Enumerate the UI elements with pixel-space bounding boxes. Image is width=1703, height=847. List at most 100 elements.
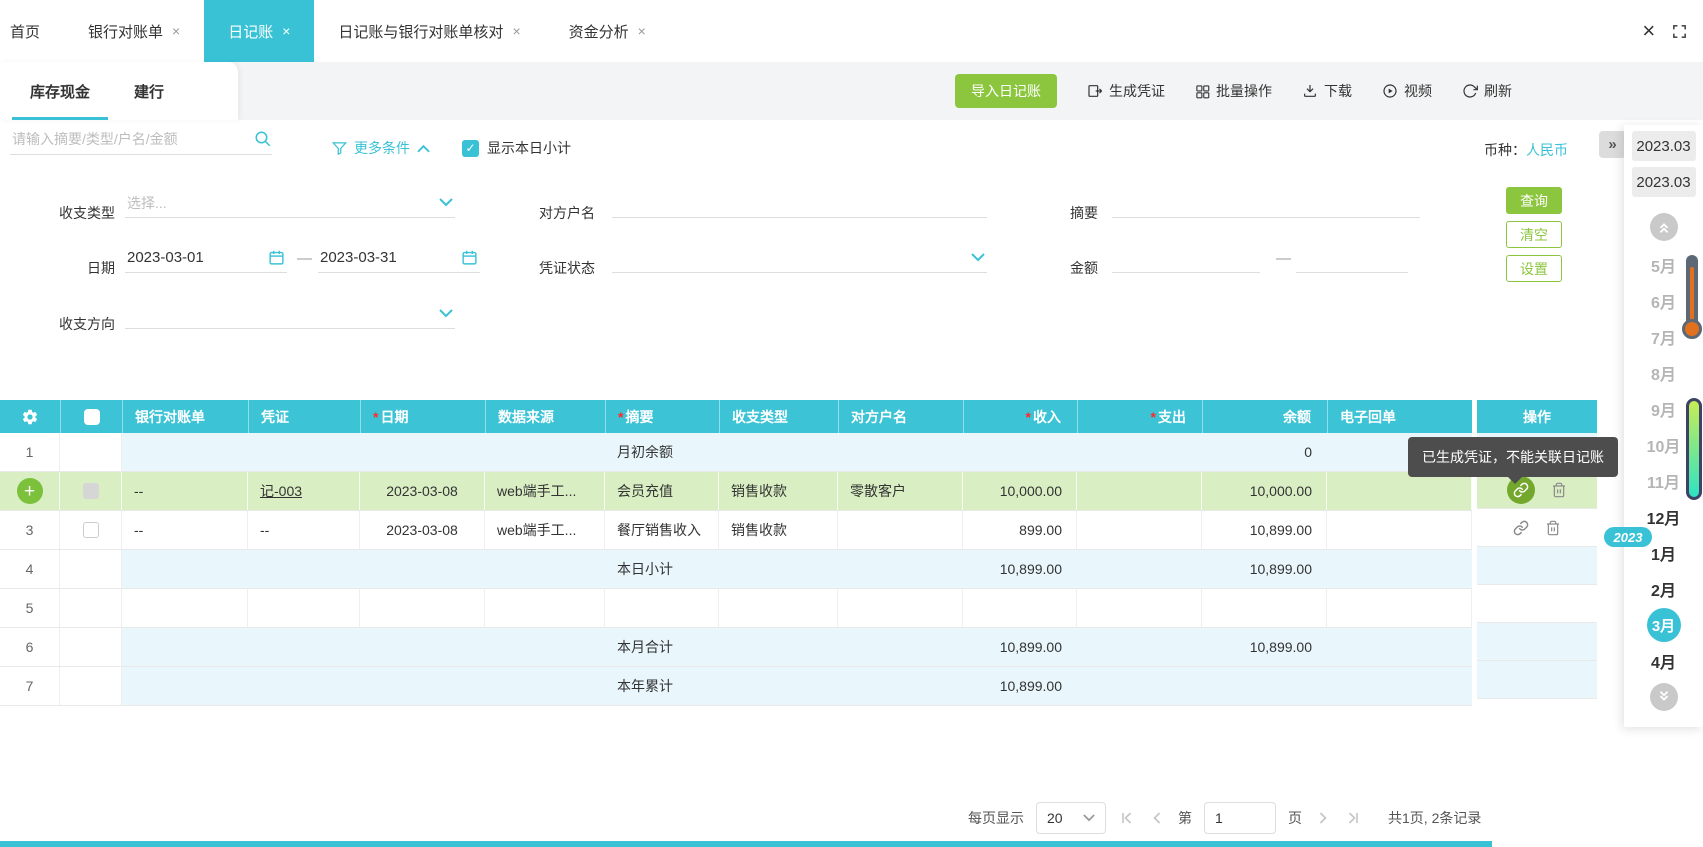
row-number-cell: 3 bbox=[0, 511, 60, 549]
scroll-up-button[interactable] bbox=[1649, 213, 1678, 241]
checked-checkbox-icon[interactable]: ✓ bbox=[462, 139, 479, 157]
cell-balance: 10,899.00 bbox=[1202, 628, 1327, 666]
cell-source bbox=[485, 628, 605, 666]
panel-collapse-icon[interactable]: » bbox=[1599, 131, 1626, 158]
first-page-button[interactable] bbox=[1118, 811, 1136, 825]
download-button[interactable]: 下载 bbox=[1302, 81, 1352, 101]
row-number-cell: 5 bbox=[0, 589, 60, 627]
tab-close-icon[interactable]: × bbox=[638, 23, 646, 39]
top-tab-3[interactable]: 日记账与银行对账单核对 × bbox=[314, 0, 544, 62]
generate-voucher-icon bbox=[1087, 83, 1103, 99]
table-body: 1 月初余额 0 + -- 记-003 2023-03-08 web端手工... 会员充值 销售收… bbox=[0, 433, 1472, 706]
cell-summary: 本年累计 bbox=[605, 667, 719, 705]
voucher-link[interactable]: 记-003 bbox=[260, 481, 302, 501]
fullscreen-icon[interactable] bbox=[1671, 23, 1688, 40]
col-header-summary[interactable]: * 摘要 bbox=[605, 400, 719, 433]
settings-button[interactable]: 设置 bbox=[1506, 255, 1562, 282]
cell-receipt bbox=[1327, 550, 1472, 588]
search-icon[interactable] bbox=[254, 130, 272, 148]
filter-funnel-icon bbox=[332, 141, 347, 156]
column-settings-icon[interactable] bbox=[0, 400, 60, 433]
amount-from-input[interactable] bbox=[1112, 243, 1260, 273]
col-header-type[interactable]: 收支类型 bbox=[719, 400, 838, 433]
row-checkbox[interactable] bbox=[82, 483, 99, 499]
download-icon bbox=[1302, 83, 1318, 99]
voucher-status-select[interactable] bbox=[612, 243, 987, 273]
prev-page-button[interactable] bbox=[1148, 811, 1166, 825]
row-checkbox[interactable] bbox=[82, 522, 99, 538]
cell-date: 2023-03-08 bbox=[360, 511, 485, 549]
col-header-voucher[interactable]: 凭证 bbox=[248, 400, 360, 433]
refresh-button[interactable]: 刷新 bbox=[1462, 81, 1512, 101]
cell-receipt bbox=[1327, 628, 1472, 666]
chevron-down-icon bbox=[439, 309, 453, 318]
generate-voucher-button[interactable]: 生成凭证 bbox=[1087, 81, 1165, 101]
summary-input[interactable] bbox=[1112, 188, 1420, 218]
month-item-8月[interactable]: 8月 bbox=[1624, 355, 1703, 391]
add-row-button[interactable]: + bbox=[16, 478, 43, 504]
counterparty-input[interactable] bbox=[612, 188, 987, 218]
account-tab-1[interactable]: 建行 bbox=[134, 62, 164, 120]
top-tab-2[interactable]: 日记账 × bbox=[204, 0, 315, 62]
header-checkbox[interactable] bbox=[83, 408, 100, 425]
top-tab-4[interactable]: 资金分析 × bbox=[545, 0, 670, 62]
cell-counterparty bbox=[838, 511, 963, 549]
search-input[interactable] bbox=[10, 130, 254, 148]
table-header-row: 银行对账单 凭证 * 日期 数据来源 * 摘要 收支类型 对方户名 * 收入 * 支出 余额 电子回单 bbox=[0, 400, 1472, 433]
date-to-field[interactable]: 2023-03-31 bbox=[318, 243, 480, 273]
cell-source bbox=[485, 589, 605, 627]
counterparty-label: 对方户名 bbox=[539, 205, 595, 221]
calendar-icon[interactable] bbox=[268, 249, 285, 266]
linked-voucher-tooltip: 已生成凭证，不能关联日记账 bbox=[1408, 437, 1618, 484]
more-conditions-toggle[interactable]: 更多条件 bbox=[332, 138, 430, 158]
video-button[interactable]: 视频 bbox=[1382, 81, 1432, 101]
tab-close-icon[interactable]: × bbox=[512, 23, 520, 39]
account-tab-0[interactable]: 库存现金 bbox=[11, 62, 109, 120]
month-item-4月[interactable]: 4月 bbox=[1624, 643, 1703, 679]
daily-subtotal-toggle[interactable]: ✓ 显示本日小计 bbox=[462, 138, 571, 158]
calendar-icon[interactable] bbox=[461, 249, 478, 266]
import-journal-button[interactable]: 导入日记账 bbox=[955, 74, 1057, 108]
scroll-down-button[interactable] bbox=[1649, 683, 1678, 711]
selected-month-bubble: 3月 bbox=[1646, 608, 1681, 642]
col-header-income[interactable]: * 收入 bbox=[963, 400, 1077, 433]
last-page-button[interactable] bbox=[1344, 811, 1362, 825]
batch-ops-button[interactable]: 批量操作 bbox=[1195, 81, 1272, 101]
col-header-bank[interactable]: 银行对账单 bbox=[122, 400, 248, 433]
amount-to-input[interactable] bbox=[1296, 243, 1408, 273]
delete-row-icon[interactable] bbox=[1551, 482, 1567, 498]
income-type-select[interactable]: 选择... bbox=[125, 188, 455, 218]
clear-button[interactable]: 清空 bbox=[1506, 221, 1562, 248]
chevron-up-icon bbox=[417, 144, 430, 153]
col-header-balance[interactable]: 余额 bbox=[1202, 400, 1327, 433]
chevron-down-icon bbox=[1083, 814, 1095, 822]
col-header-date[interactable]: * 日期 bbox=[360, 400, 485, 433]
top-tab-1[interactable]: 银行对账单 × bbox=[64, 0, 204, 62]
batch-ops-icon bbox=[1195, 84, 1210, 99]
month-item-2月[interactable]: 2月 bbox=[1624, 571, 1703, 607]
col-header-receipt[interactable]: 电子回单 bbox=[1327, 400, 1472, 433]
per-page-select[interactable]: 20 bbox=[1036, 802, 1106, 834]
table-row-5: 5 bbox=[0, 589, 1472, 628]
tab-close-icon[interactable]: × bbox=[172, 23, 180, 39]
col-header-source[interactable]: 数据来源 bbox=[485, 400, 605, 433]
close-icon[interactable]: × bbox=[1642, 20, 1655, 42]
cell-income: 10,899.00 bbox=[963, 667, 1077, 705]
link-voucher-icon[interactable] bbox=[1513, 520, 1529, 536]
page-number-input[interactable] bbox=[1204, 802, 1276, 834]
col-header-counterparty[interactable]: 对方户名 bbox=[838, 400, 963, 433]
query-button[interactable]: 查询 bbox=[1506, 187, 1562, 214]
tab-close-icon[interactable]: × bbox=[282, 23, 290, 39]
month-item-3月[interactable]: 3月 bbox=[1624, 607, 1703, 643]
direction-select[interactable] bbox=[125, 299, 455, 329]
cell-balance: 10,000.00 bbox=[1202, 472, 1327, 510]
select-all-checkbox[interactable] bbox=[60, 400, 122, 433]
next-page-button[interactable] bbox=[1314, 811, 1332, 825]
date-from-field[interactable]: 2023-03-01 bbox=[125, 243, 287, 273]
search-box bbox=[10, 130, 272, 155]
top-tab-0[interactable]: 首页 bbox=[0, 0, 64, 62]
cell-bank bbox=[122, 433, 248, 471]
ops-header: 操作 bbox=[1477, 400, 1597, 433]
delete-row-icon[interactable] bbox=[1545, 520, 1561, 536]
col-header-expense[interactable]: * 支出 bbox=[1077, 400, 1202, 433]
